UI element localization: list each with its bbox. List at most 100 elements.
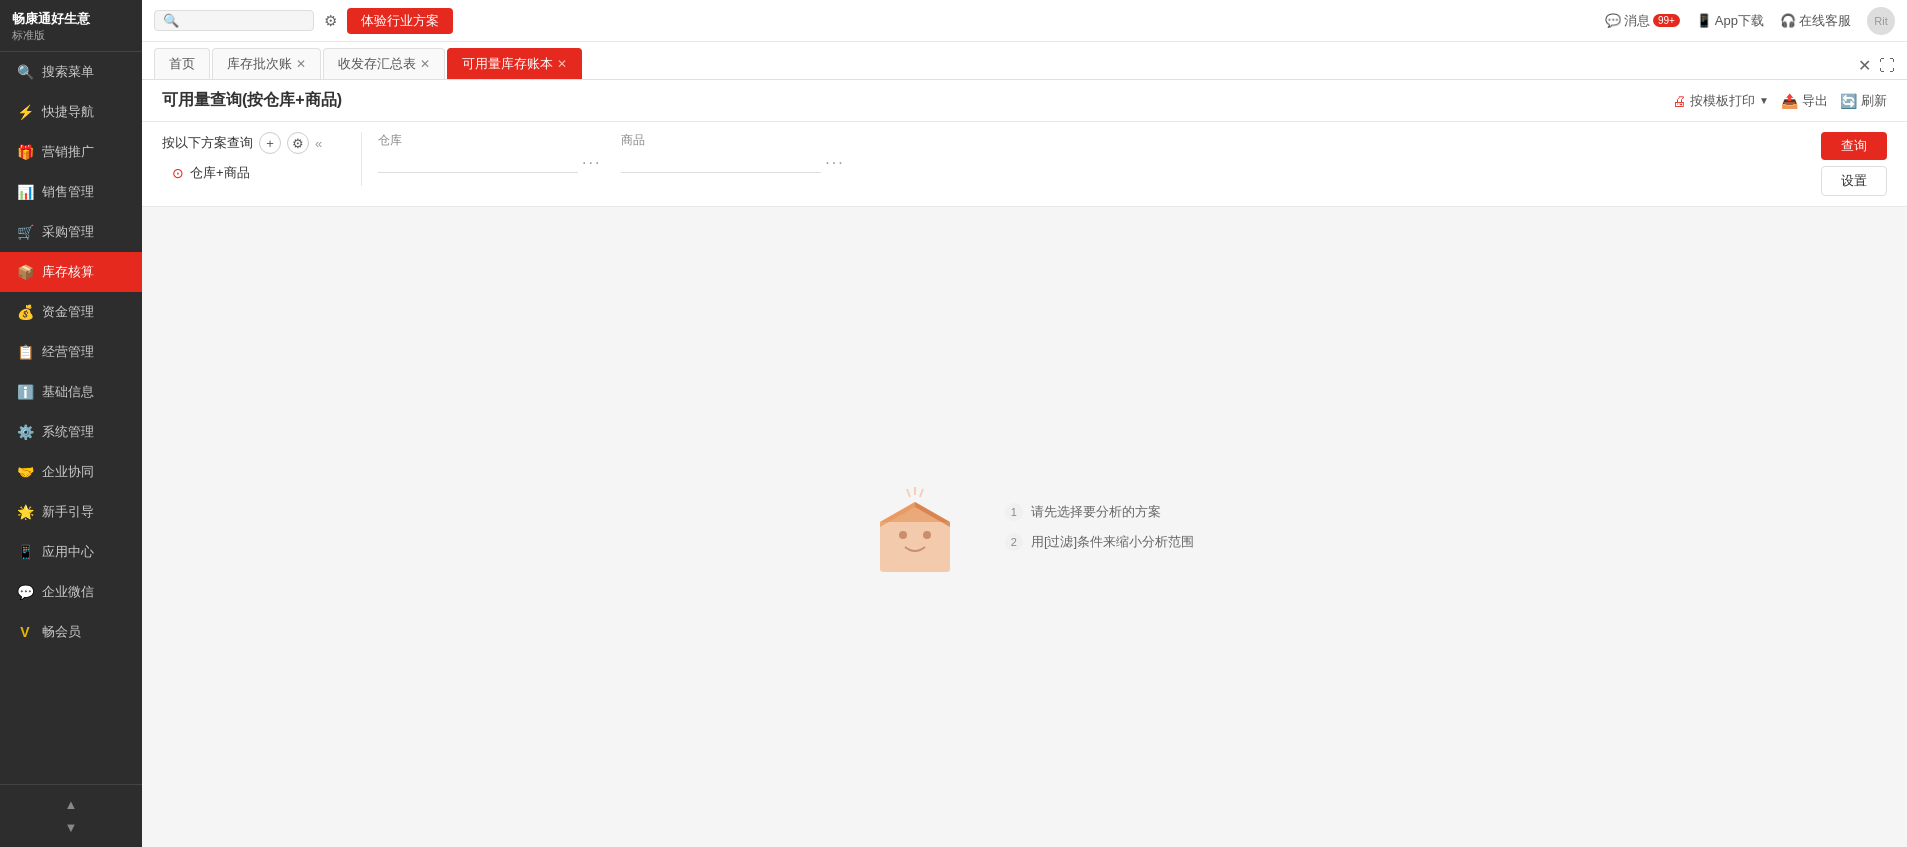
tip-text-1: 请先选择要分析的方案 [1031, 503, 1161, 521]
sidebar-item-basic-info[interactable]: ℹ️ 基础信息 [0, 372, 142, 412]
tab-summary-label: 收发存汇总表 [338, 55, 416, 73]
user-name: Rit [1874, 15, 1887, 27]
sidebar-item-purchase[interactable]: 🛒 采购管理 [0, 212, 142, 252]
inventory-icon: 📦 [16, 263, 34, 281]
page-header: 可用量查询(按仓库+商品) 🖨 按模板打印 ▼ 📤 导出 🔄 刷新 [142, 80, 1907, 122]
user-avatar[interactable]: Rit [1867, 7, 1895, 35]
sidebar-item-label: 搜索菜单 [42, 63, 94, 81]
online-service-button[interactable]: 🎧 在线客服 [1780, 12, 1851, 30]
add-scheme-button[interactable]: + [259, 132, 281, 154]
search-icon: 🔍 [163, 13, 179, 28]
goods-input-row: ··· [621, 153, 844, 173]
tab-home[interactable]: 首页 [154, 48, 210, 79]
export-button[interactable]: 📤 导出 [1781, 92, 1828, 110]
message-badge: 99+ [1653, 14, 1680, 27]
app-center-icon: 📱 [16, 543, 34, 561]
tab-batch-close-icon[interactable]: ✕ [296, 57, 306, 71]
sidebar-item-label: 资金管理 [42, 303, 94, 321]
close-all-tabs-icon[interactable]: ✕ [1858, 56, 1871, 75]
scroll-up-btn[interactable]: ▲ [0, 793, 142, 816]
sidebar-item-quick-nav[interactable]: ⚡ 快捷导航 [0, 92, 142, 132]
purchase-icon: 🛒 [16, 223, 34, 241]
tab-batch-account[interactable]: 库存批次账 ✕ [212, 48, 321, 79]
vip-icon: V [16, 623, 34, 641]
goods-more-icon[interactable]: ··· [825, 154, 844, 172]
warehouse-label: 仓库 [378, 132, 601, 149]
print-button[interactable]: 🖨 按模板打印 ▼ [1672, 92, 1769, 110]
goods-input[interactable] [621, 153, 821, 173]
sidebar-item-guide[interactable]: 🌟 新手引导 [0, 492, 142, 532]
collapse-filter-icon[interactable]: « [315, 136, 322, 151]
query-button[interactable]: 查询 [1821, 132, 1887, 160]
topbar-search-box[interactable]: 🔍 [154, 10, 314, 31]
tab-summary-close-icon[interactable]: ✕ [420, 57, 430, 71]
export-icon: 📤 [1781, 93, 1798, 109]
quick-nav-icon: ⚡ [16, 103, 34, 121]
svg-line-6 [907, 489, 910, 497]
search-input[interactable] [183, 14, 303, 28]
enterprise-icon: 🤝 [16, 463, 34, 481]
search-icon: 🔍 [16, 63, 34, 81]
tabs-actions: ✕ ⛶ [1858, 56, 1895, 79]
tab-summary[interactable]: 收发存汇总表 ✕ [323, 48, 445, 79]
page-content: 可用量查询(按仓库+商品) 🖨 按模板打印 ▼ 📤 导出 🔄 刷新 [142, 80, 1907, 847]
sidebar-item-label: 采购管理 [42, 223, 94, 241]
sidebar-item-app-center[interactable]: 📱 应用中心 [0, 532, 142, 572]
warehouse-field: 仓库 ··· [378, 132, 601, 173]
warehouse-more-icon[interactable]: ··· [582, 154, 601, 172]
export-label: 导出 [1802, 92, 1828, 110]
scroll-down-btn[interactable]: ▼ [0, 816, 142, 839]
basic-info-icon: ℹ️ [16, 383, 34, 401]
filter-actions: 查询 设置 [1821, 132, 1887, 196]
sidebar-item-label: 销售管理 [42, 183, 94, 201]
sidebar-item-wecom[interactable]: 💬 企业微信 [0, 572, 142, 612]
sidebar-item-label: 畅会员 [42, 623, 81, 641]
system-icon: ⚙️ [16, 423, 34, 441]
tab-available-label: 可用量库存账本 [462, 55, 553, 73]
filter-scheme-panel: 按以下方案查询 + ⚙ « ⊙ 仓库+商品 [162, 132, 362, 186]
app-logo: 畅康通好生意 标准版 [0, 0, 142, 52]
tab-available-stock[interactable]: 可用量库存账本 ✕ [447, 48, 582, 79]
message-icon: 💬 [1605, 13, 1621, 28]
filter-scheme-item[interactable]: ⊙ 仓库+商品 [162, 160, 345, 186]
app-download-button[interactable]: 📱 App下载 [1696, 12, 1764, 30]
marketing-icon: 🎁 [16, 143, 34, 161]
scheme-settings-button[interactable]: ⚙ [287, 132, 309, 154]
wecom-icon: 💬 [16, 583, 34, 601]
sidebar-item-system[interactable]: ⚙️ 系统管理 [0, 412, 142, 452]
message-button[interactable]: 💬 消息 99+ [1605, 12, 1680, 30]
sidebar-item-enterprise[interactable]: 🤝 企业协同 [0, 452, 142, 492]
settings-button[interactable]: 设置 [1821, 166, 1887, 196]
sidebar-item-inventory[interactable]: 📦 库存核算 [0, 252, 142, 292]
guide-icon: 🌟 [16, 503, 34, 521]
app-download-label: App下载 [1715, 12, 1764, 30]
sidebar-item-sales[interactable]: 📊 销售管理 [0, 172, 142, 212]
sidebar-item-vip[interactable]: V 畅会员 [0, 612, 142, 652]
settings-icon[interactable]: ⚙ [324, 12, 337, 30]
online-service-label: 在线客服 [1799, 12, 1851, 30]
filter-add-btns: + ⚙ « [259, 132, 322, 154]
tab-available-close-icon[interactable]: ✕ [557, 57, 567, 71]
print-dropdown-icon[interactable]: ▼ [1759, 95, 1769, 106]
tip-item-1: 1 请先选择要分析的方案 [1005, 503, 1194, 521]
app-version: 标准版 [12, 28, 130, 43]
sidebar-item-label: 新手引导 [42, 503, 94, 521]
sidebar-item-finance[interactable]: 💰 资金管理 [0, 292, 142, 332]
warehouse-input[interactable] [378, 153, 578, 173]
sidebar-item-label: 经营管理 [42, 343, 94, 361]
sidebar-item-marketing[interactable]: 🎁 营销推广 [0, 132, 142, 172]
sidebar-item-search[interactable]: 🔍 搜索菜单 [0, 52, 142, 92]
trial-button[interactable]: 体验行业方案 [347, 8, 453, 34]
refresh-icon: 🔄 [1840, 93, 1857, 109]
topbar: 🔍 ⚙ 体验行业方案 💬 消息 99+ 📱 App下载 🎧 在线客服 Rit [142, 0, 1907, 42]
warehouse-input-row: ··· [378, 153, 601, 173]
expand-tabs-icon[interactable]: ⛶ [1879, 57, 1895, 75]
tip-num-1: 1 [1005, 503, 1023, 521]
sidebar-item-operations[interactable]: 📋 经营管理 [0, 332, 142, 372]
main-area: 🔍 ⚙ 体验行业方案 💬 消息 99+ 📱 App下载 🎧 在线客服 Rit [142, 0, 1907, 847]
refresh-button[interactable]: 🔄 刷新 [1840, 92, 1887, 110]
print-label: 按模板打印 [1690, 92, 1755, 110]
filter-bar: 按以下方案查询 + ⚙ « ⊙ 仓库+商品 仓库 [142, 122, 1907, 207]
tip-item-2: 2 用[过滤]条件来缩小分析范围 [1005, 533, 1194, 551]
message-label: 消息 [1624, 12, 1650, 30]
